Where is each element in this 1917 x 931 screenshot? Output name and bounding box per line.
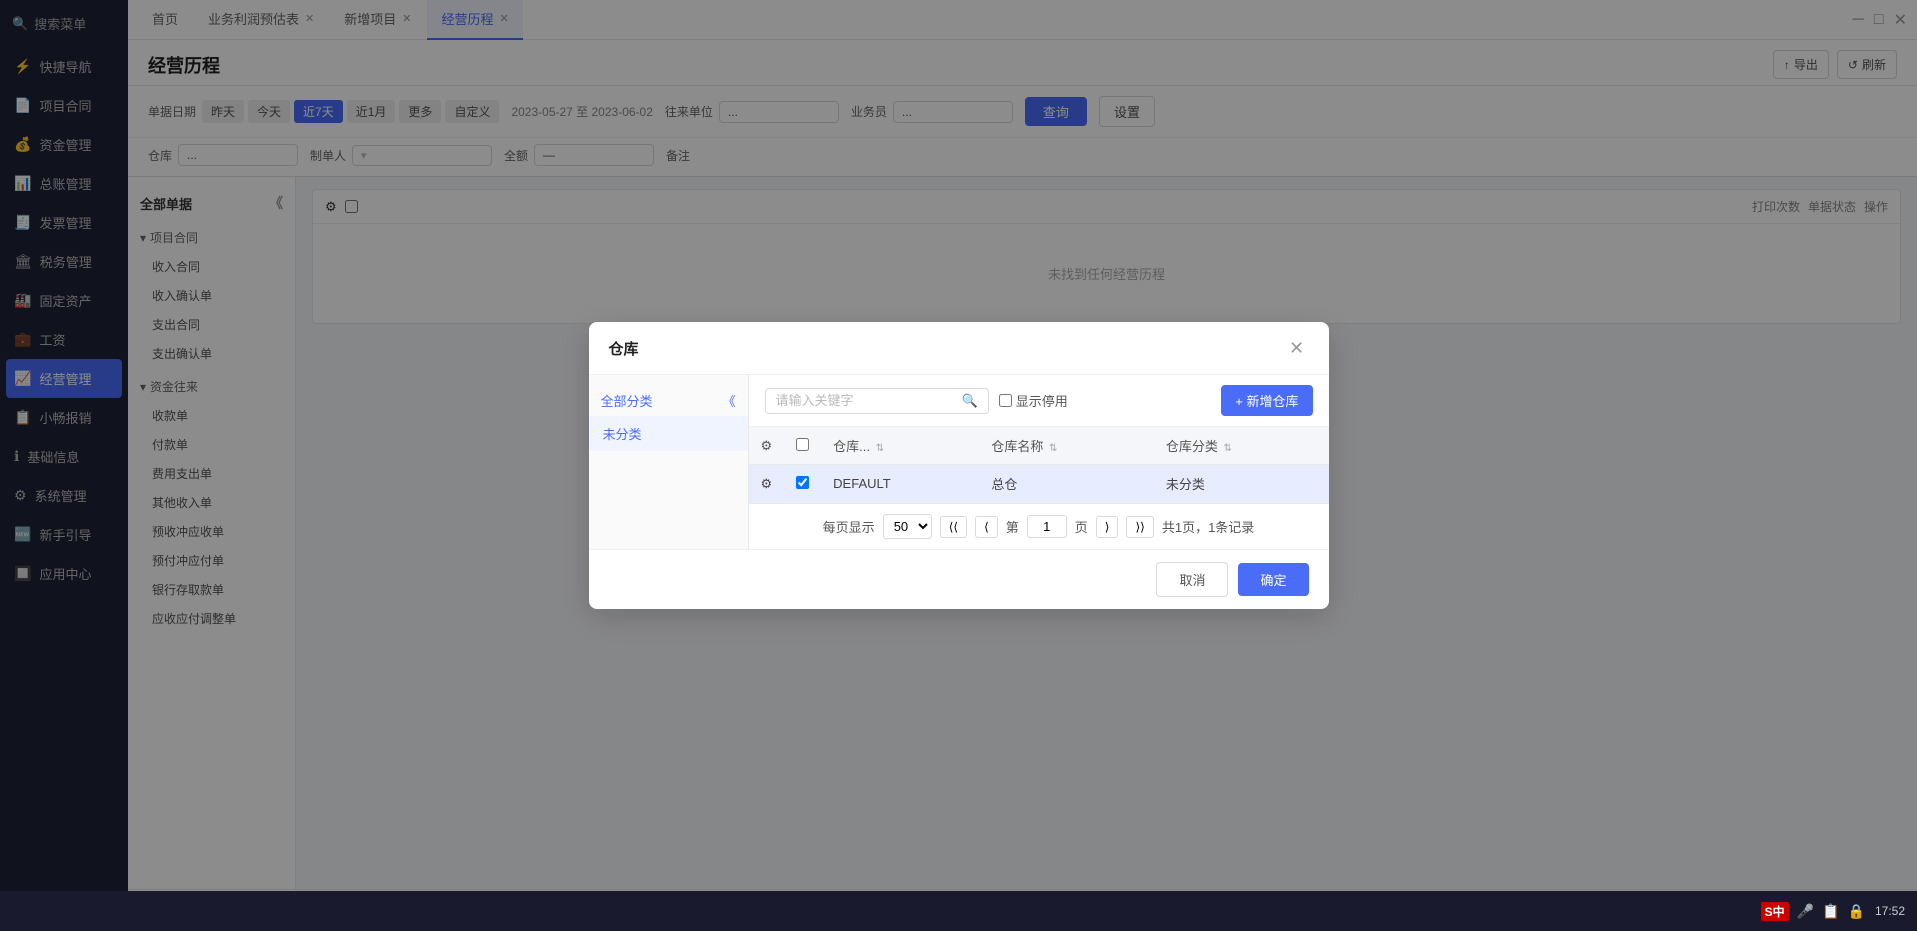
modal-next-btn[interactable]: ⟩ [1096, 516, 1119, 538]
taskbar-time: 17:52 [1875, 904, 1905, 918]
header-gear-icon[interactable]: ⚙ [761, 438, 773, 453]
th-checkbox [784, 427, 821, 465]
modal-search-box: 🔍 [765, 388, 989, 414]
confirm-button[interactable]: 确定 [1238, 563, 1308, 596]
row-code-1: DEFAULT [821, 465, 979, 503]
sidebar-item-unclassified[interactable]: 未分类 [589, 416, 748, 451]
modal-close-btn[interactable]: ✕ [1285, 336, 1309, 360]
row-name-1: 总仓 [979, 465, 1154, 503]
sort-icon-category[interactable]: ⇅ [1224, 443, 1232, 454]
th-warehouse-name: 仓库名称 ⇅ [979, 427, 1154, 465]
modal-sidebar-header: 全部分类 《 [589, 385, 748, 416]
sort-icon-code[interactable]: ⇅ [876, 443, 884, 454]
modal-prev-btn[interactable]: ⟨ [975, 516, 998, 538]
modal-pagination: 每页显示 50 ⟨⟨ ⟨ 第 页 ⟩ ⟩⟩ 共1页，1条记录 [749, 503, 1329, 549]
taskbar-icon-mic[interactable]: 🎤 [1797, 903, 1814, 920]
th-gear: ⚙ [749, 427, 785, 465]
modal-search-input[interactable] [776, 393, 956, 408]
modal-search-icon: 🔍 [962, 393, 978, 409]
taskbar-icons: S中 🎤 📋 🔒 [1761, 902, 1865, 921]
add-warehouse-btn[interactable]: + 新增仓库 [1221, 385, 1312, 416]
taskbar-icon-s[interactable]: S中 [1761, 902, 1789, 921]
th-warehouse-code: 仓库... ⇅ [821, 427, 979, 465]
modal-sidebar-scroll: 未分类 [589, 416, 748, 539]
warehouse-table: ⚙ 仓库... ⇅ 仓库名称 ⇅ [749, 427, 1329, 503]
modal-header: 仓库 ✕ [589, 322, 1329, 375]
modal-page-input[interactable] [1027, 515, 1067, 538]
modal-per-page-select[interactable]: 50 [883, 514, 932, 539]
modal-content: 🔍 显示停用 + 新增仓库 ⚙ [749, 375, 1329, 549]
show-disabled-checkbox[interactable] [999, 394, 1012, 407]
modal-sidebar-collapse[interactable]: 《 [722, 391, 735, 410]
modal-last-btn[interactable]: ⟩⟩ [1126, 516, 1153, 538]
modal-first-btn[interactable]: ⟨⟨ [940, 516, 967, 538]
modal-table-wrap: ⚙ 仓库... ⇅ 仓库名称 ⇅ [749, 427, 1329, 503]
th-warehouse-category: 仓库分类 ⇅ [1154, 427, 1329, 465]
modal-total: 共1页，1条记录 [1162, 517, 1254, 536]
modal-footer: 取消 确定 [589, 549, 1329, 609]
cancel-button[interactable]: 取消 [1156, 562, 1228, 597]
modal-select-all[interactable] [796, 438, 809, 451]
warehouse-row-1[interactable]: ⚙ DEFAULT 总仓 未分类 [749, 465, 1329, 503]
modal-overlay: 仓库 ✕ 全部分类 《 未分类 [0, 0, 1917, 931]
row-category-1: 未分类 [1154, 465, 1329, 503]
taskbar-icon-clipboard[interactable]: 📋 [1822, 903, 1839, 920]
modal-sidebar-header-label: 全部分类 [601, 391, 653, 410]
row-gear-1[interactable]: ⚙ [749, 465, 785, 503]
warehouse-modal: 仓库 ✕ 全部分类 《 未分类 [589, 322, 1329, 609]
table-header-row: ⚙ 仓库... ⇅ 仓库名称 ⇅ [749, 427, 1329, 465]
show-disabled-label: 显示停用 [999, 391, 1068, 410]
taskbar: S中 🎤 📋 🔒 17:52 [0, 891, 1917, 931]
sort-icon-name[interactable]: ⇅ [1049, 443, 1057, 454]
modal-toolbar: 🔍 显示停用 + 新增仓库 [749, 375, 1329, 427]
modal-body: 全部分类 《 未分类 🔍 [589, 375, 1329, 549]
modal-title: 仓库 [609, 338, 639, 359]
taskbar-icon-lock[interactable]: 🔒 [1848, 903, 1865, 920]
modal-sidebar: 全部分类 《 未分类 [589, 375, 749, 549]
row-checkbox-1[interactable] [784, 465, 821, 503]
